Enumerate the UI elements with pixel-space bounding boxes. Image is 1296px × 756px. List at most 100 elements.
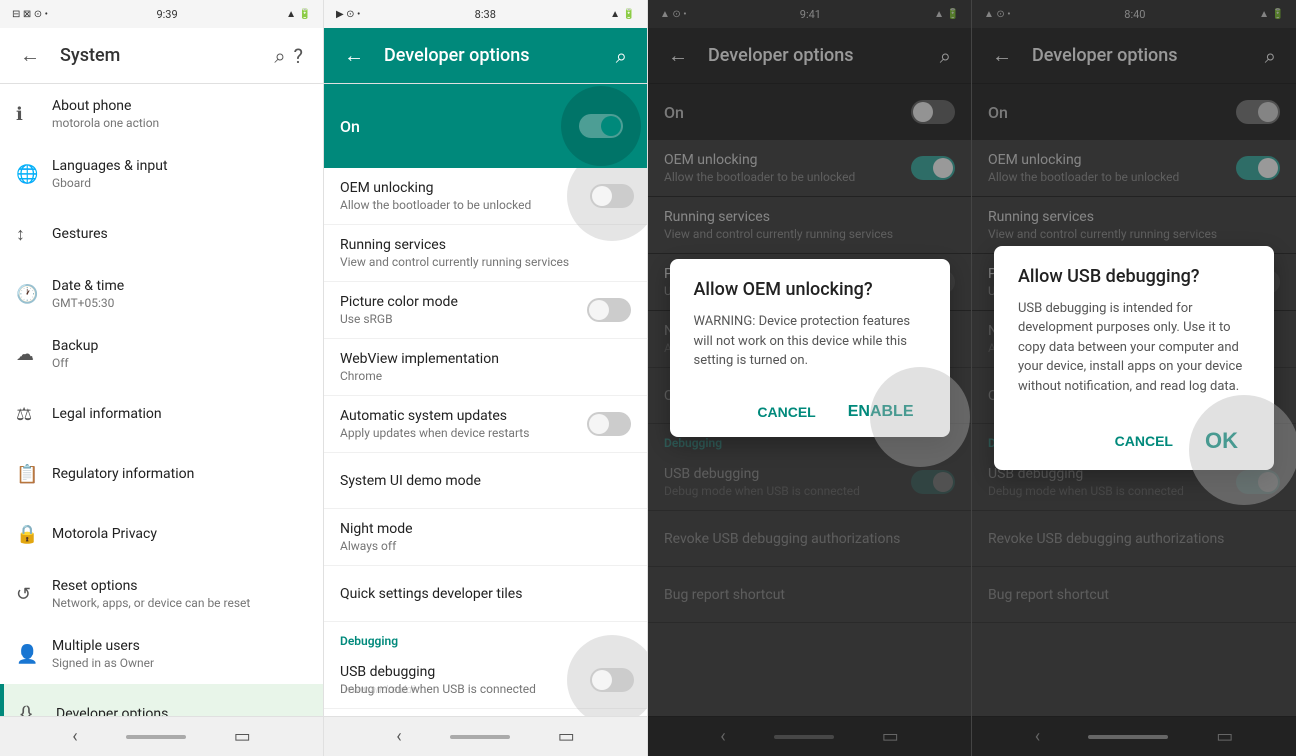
back-nav-icon-2[interactable]: ‹ xyxy=(396,726,401,747)
about-phone-subtitle: motorola one action xyxy=(52,116,307,130)
sidebar-item-legal[interactable]: ⚖ Legal information xyxy=(0,384,323,444)
toolbar-1: ← System ⌕ ? xyxy=(0,28,323,84)
toggle-zoom-circle xyxy=(561,86,641,166)
sidebar-item-backup[interactable]: ☁ Backup Off xyxy=(0,324,323,384)
toolbar-title-1: System xyxy=(60,45,270,66)
reset-label: Reset options xyxy=(52,578,307,594)
dev-on-row[interactable]: On xyxy=(324,84,647,168)
picture-color-subtitle: Use sRGB xyxy=(340,312,587,326)
info-icon: ℹ xyxy=(16,104,52,125)
sidebar-item-developer-options[interactable]: {} Developer options xyxy=(0,684,323,716)
on-toggle[interactable] xyxy=(579,114,623,138)
dev-item-oem-unlocking[interactable]: OEM unlocking Allow the bootloader to be… xyxy=(324,168,647,225)
backup-label: Backup xyxy=(52,338,307,354)
backup-icon: ☁ xyxy=(16,344,52,365)
oem-dialog: Allow OEM unlocking? WARNING: Device pro… xyxy=(670,259,950,437)
back-icon-1[interactable]: ← xyxy=(16,39,44,72)
sidebar-item-about-phone[interactable]: ℹ About phone motorola one action xyxy=(0,84,323,144)
usb-debug-toggle[interactable] xyxy=(590,668,634,692)
status-icons-right-2: ▲ 🔋 xyxy=(610,9,635,20)
sidebar-item-languages[interactable]: 🌐 Languages & input Gboard xyxy=(0,144,323,204)
running-services-title: Running services xyxy=(340,237,631,253)
panel-oem-dialog: ▲ ⊙ • 9:41 ▲ 🔋 ← Developer options ⌕ On … xyxy=(648,0,972,756)
usb-dialog-overlay: Allow USB debugging? USB debugging is in… xyxy=(972,0,1296,756)
running-services-subtitle: View and control currently running servi… xyxy=(340,255,631,269)
reset-subtitle: Network, apps, or device can be reset xyxy=(52,596,307,610)
recents-nav-icon-2[interactable]: ▭ xyxy=(558,726,575,747)
legal-label: Legal information xyxy=(52,406,307,422)
panel-system-settings: ⊟ ⊠ ⊙ • 9:39 ▲ 🔋 ← System ⌕ ? ℹ About ph… xyxy=(0,0,324,756)
sidebar-list: ℹ About phone motorola one action 🌐 Lang… xyxy=(0,84,323,716)
datetime-subtitle: GMT+05:30 xyxy=(52,296,307,310)
status-icons-right-1: ▲ 🔋 xyxy=(286,9,311,20)
system-ui-title: System UI demo mode xyxy=(340,473,631,489)
dev-options-list: OEM unlocking Allow the bootloader to be… xyxy=(324,168,647,716)
sidebar-item-reset[interactable]: ↺ Reset options Network, apps, or device… xyxy=(0,564,323,624)
legal-icon: ⚖ xyxy=(16,404,52,425)
dev-item-picture-color[interactable]: Picture color mode Use sRGB xyxy=(324,282,647,339)
night-mode-subtitle: Always off xyxy=(340,539,631,553)
gestures-label: Gestures xyxy=(52,226,307,242)
help-icon-1[interactable]: ? xyxy=(290,40,307,72)
status-bar-1: ⊟ ⊠ ⊙ • 9:39 ▲ 🔋 xyxy=(0,0,323,28)
dev-item-usb-debug[interactable]: USB debugging Debug mode when USB is con… xyxy=(324,652,647,709)
oem-dialog-overlay: Allow OEM unlocking? WARNING: Device pro… xyxy=(648,0,971,756)
auto-updates-subtitle: Apply updates when device restarts xyxy=(340,426,587,440)
picture-color-title: Picture color mode xyxy=(340,294,587,310)
developer-icon: {} xyxy=(20,704,56,717)
on-toggle-wrapper xyxy=(541,98,631,154)
sidebar-item-datetime[interactable]: 🕐 Date & time GMT+05:30 xyxy=(0,264,323,324)
enable-zoom-circle xyxy=(870,367,970,467)
status-time-2: 8:38 xyxy=(475,8,496,21)
about-phone-label: About phone xyxy=(52,98,307,114)
usb-cancel-button[interactable]: Cancel xyxy=(1103,420,1185,462)
languages-subtitle: Gboard xyxy=(52,176,307,190)
recents-nav-icon-1[interactable]: ▭ xyxy=(234,726,251,747)
sidebar-item-motorola-privacy[interactable]: 🔒 Motorola Privacy xyxy=(0,504,323,564)
home-indicator-1[interactable] xyxy=(126,735,186,739)
dev-on-label: On xyxy=(340,117,541,136)
oem-cancel-button[interactable]: Cancel xyxy=(745,395,827,429)
users-icon: 👤 xyxy=(16,644,52,665)
backup-subtitle: Off xyxy=(52,356,307,370)
dev-item-auto-updates[interactable]: Automatic system updates Apply updates w… xyxy=(324,396,647,453)
panel-usb-dialog: ▲ ⊙ • 8:40 ▲ 🔋 ← Developer options ⌕ On … xyxy=(972,0,1296,756)
dev-item-night-mode[interactable]: Night mode Always off xyxy=(324,509,647,566)
panel-developer-options: ▶ ⊙ • 8:38 ▲ 🔋 ← Developer options ⌕ On … xyxy=(324,0,648,756)
status-icons-left-1: ⊟ ⊠ ⊙ • xyxy=(12,9,48,20)
usb-dialog-title: Allow USB debugging? xyxy=(1018,266,1250,287)
back-icon-2[interactable]: ← xyxy=(340,39,368,72)
toolbar-title-2: Developer options xyxy=(384,45,612,66)
right-panels: ▲ ⊙ • 9:41 ▲ 🔋 ← Developer options ⌕ On … xyxy=(648,0,1296,756)
oem-toggle[interactable] xyxy=(590,184,634,208)
status-icons-left-2: ▶ ⊙ • xyxy=(336,9,360,20)
clock-icon: 🕐 xyxy=(16,284,52,305)
dev-item-system-ui[interactable]: System UI demo mode xyxy=(324,453,647,509)
privacy-icon: 🔒 xyxy=(16,524,52,545)
home-indicator-2[interactable] xyxy=(450,735,510,739)
nav-bar-1: ‹ ▭ xyxy=(0,716,323,756)
oem-dialog-title: Allow OEM unlocking? xyxy=(694,279,926,300)
sidebar-item-regulatory[interactable]: 📋 Regulatory information xyxy=(0,444,323,504)
regulatory-label: Regulatory information xyxy=(52,466,307,482)
sidebar-item-gestures[interactable]: ↕ Gestures xyxy=(0,204,323,264)
dev-item-webview[interactable]: WebView implementation Chrome xyxy=(324,339,647,396)
dev-item-quick-tiles[interactable]: Quick settings developer tiles xyxy=(324,566,647,622)
picture-color-toggle[interactable] xyxy=(587,298,631,322)
usb-dialog: Allow USB debugging? USB debugging is in… xyxy=(994,246,1274,471)
oem-dialog-body: WARNING: Device protection features will… xyxy=(694,312,926,371)
back-nav-icon-1[interactable]: ‹ xyxy=(72,726,77,747)
globe-icon: 🌐 xyxy=(16,164,52,185)
reset-icon: ↺ xyxy=(16,584,52,605)
search-icon-2[interactable]: ⌕ xyxy=(612,40,631,72)
auto-updates-title: Automatic system updates xyxy=(340,408,587,424)
ok-zoom-circle xyxy=(1189,395,1296,505)
status-bar-2: ▶ ⊙ • 8:38 ▲ 🔋 xyxy=(324,0,647,28)
search-icon-1[interactable]: ⌕ xyxy=(270,40,289,72)
quick-tiles-title: Quick settings developer tiles xyxy=(340,586,631,602)
languages-label: Languages & input xyxy=(52,158,307,174)
auto-updates-toggle[interactable] xyxy=(587,412,631,436)
toolbar-2: ← Developer options ⌕ xyxy=(324,28,647,84)
night-mode-title: Night mode xyxy=(340,521,631,537)
sidebar-item-multiple-users[interactable]: 👤 Multiple users Signed in as Owner xyxy=(0,624,323,684)
